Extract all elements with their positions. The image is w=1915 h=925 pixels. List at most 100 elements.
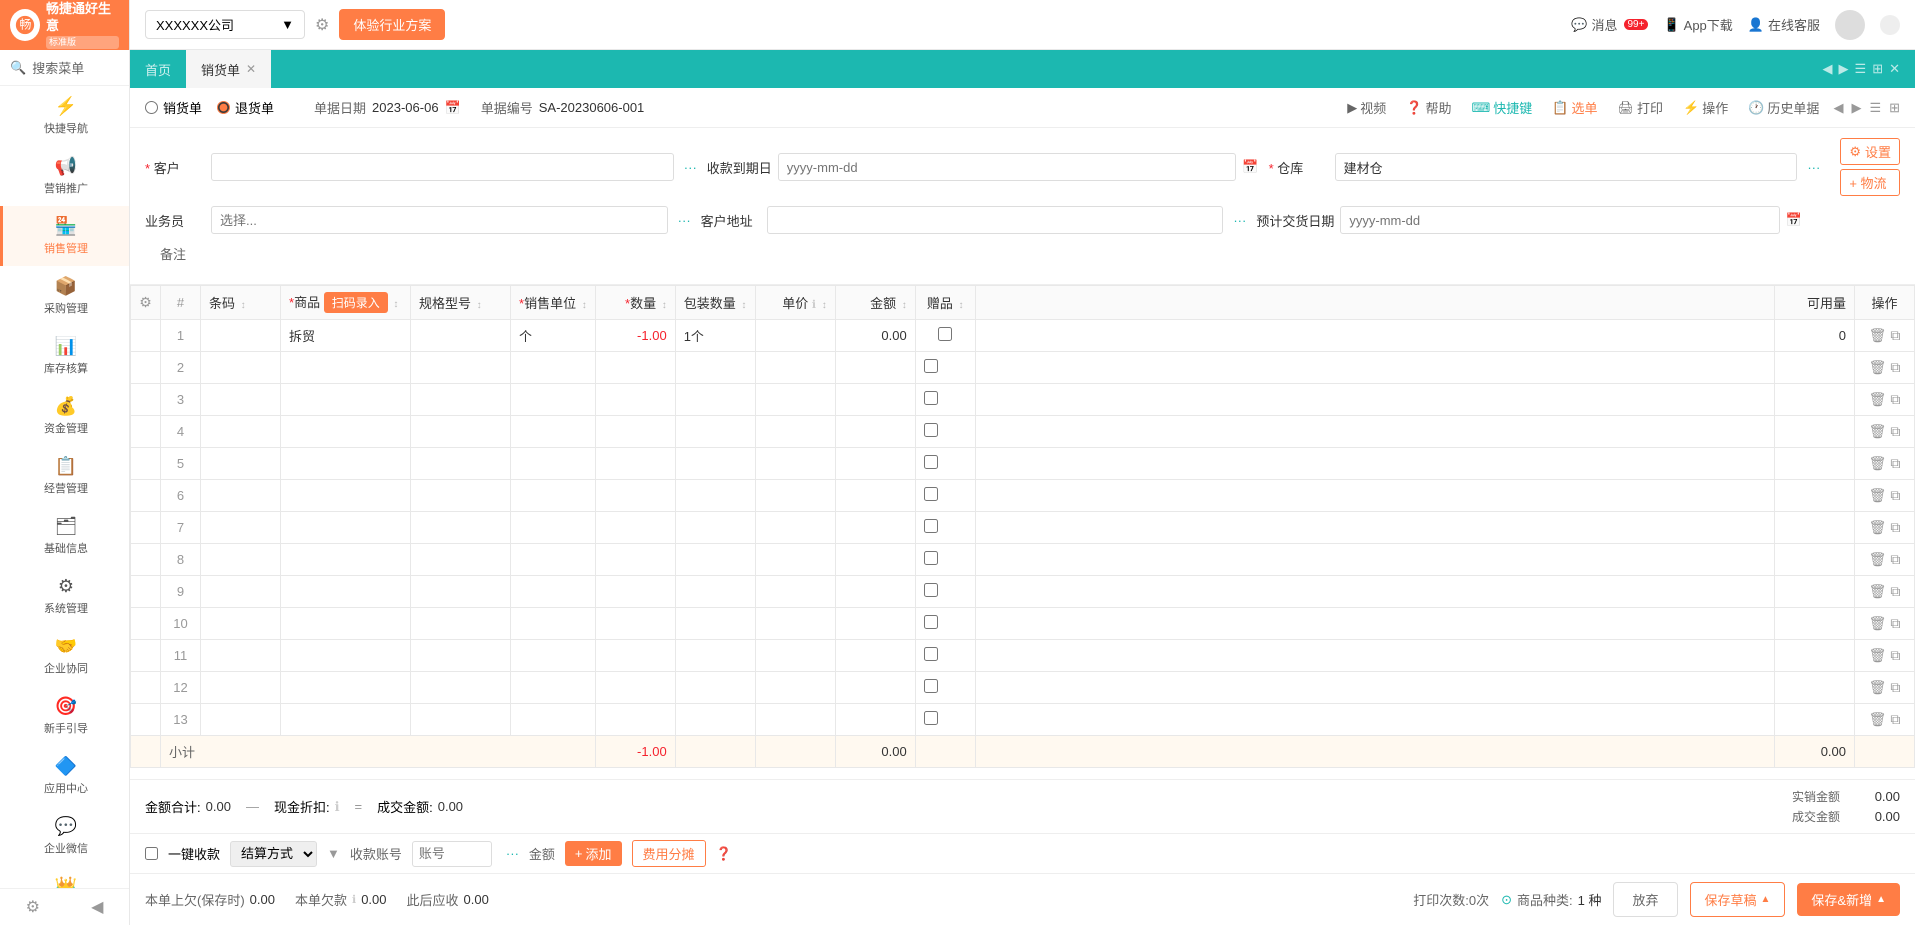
sidebar-item-inventory[interactable]: 📊 库存核算: [0, 326, 129, 386]
payment-date-calendar-icon[interactable]: 📅: [1242, 159, 1258, 175]
sidebar-item-collab[interactable]: 🤝 企业协同: [0, 626, 129, 686]
gift-checkbox-10[interactable]: [924, 615, 938, 629]
delete-row-icon-11[interactable]: 🗑: [1869, 647, 1887, 664]
print-btn[interactable]: 🖨 打印: [1612, 96, 1670, 119]
view-grid-icon[interactable]: ⊞: [1889, 100, 1900, 116]
delete-row-icon-1[interactable]: 🗑: [1869, 327, 1887, 344]
sidebar-item-marketing[interactable]: 📢 营销推广: [0, 146, 129, 206]
product-type-radio-icon[interactable]: ⊙: [1501, 892, 1512, 908]
sidebar-collapse-button[interactable]: ◀: [91, 897, 103, 917]
scan-button[interactable]: 扫码录入: [324, 292, 388, 313]
copy-row-icon-10[interactable]: ⧉: [1890, 615, 1900, 632]
online-service-button[interactable]: 👤 在线客服: [1748, 15, 1820, 34]
sidebar-item-operations[interactable]: 📋 经营管理: [0, 446, 129, 506]
delete-row-icon-10[interactable]: 🗑: [1869, 615, 1887, 632]
sidebar-item-wechat[interactable]: 💬 企业微信: [0, 806, 129, 866]
save-new-button[interactable]: 保存&新增 ▲: [1797, 883, 1900, 916]
copy-row-icon-1[interactable]: ⧉: [1890, 327, 1900, 344]
message-button[interactable]: 💬 消息 99+: [1571, 15, 1648, 34]
copy-row-icon-7[interactable]: ⧉: [1890, 519, 1900, 536]
discard-button[interactable]: 放弃: [1613, 882, 1677, 917]
company-select[interactable]: XXXXXX公司 ▼: [145, 10, 305, 39]
add-payment-button[interactable]: + 添加: [565, 841, 622, 866]
fee-split-button[interactable]: 费用分摊: [632, 840, 706, 867]
tab-grid-icon[interactable]: ⊞: [1872, 61, 1883, 77]
copy-row-icon-8[interactable]: ⧉: [1890, 551, 1900, 568]
table-wrapper[interactable]: ⚙ # 条码 ↕ *商品 扫码录入 ↕: [130, 285, 1915, 779]
delete-row-icon-13[interactable]: 🗑: [1869, 711, 1887, 728]
gift-checkbox-12[interactable]: [924, 679, 938, 693]
account-more-icon[interactable]: ···: [506, 846, 519, 861]
sidebar-item-guide[interactable]: 🎯 新手引导: [0, 686, 129, 746]
gift-checkbox-3[interactable]: [924, 391, 938, 405]
sidebar-search[interactable]: 🔍 搜索菜单: [0, 50, 129, 86]
view-list-icon[interactable]: ☰: [1869, 100, 1881, 116]
shortcut-btn[interactable]: ⌨ 快捷键: [1466, 96, 1539, 119]
tab-home[interactable]: 首页: [130, 50, 186, 88]
delete-row-icon-4[interactable]: 🗑: [1869, 423, 1887, 440]
customer-addr-input[interactable]: [767, 206, 1224, 234]
delete-row-icon-9[interactable]: 🗑: [1869, 583, 1887, 600]
gift-checkbox-11[interactable]: [924, 647, 938, 661]
delete-row-icon-6[interactable]: 🗑: [1869, 487, 1887, 504]
fee-help-icon[interactable]: ❓: [716, 846, 732, 862]
delete-row-icon-2[interactable]: 🗑: [1869, 359, 1887, 376]
radio-return[interactable]: 退货单: [217, 98, 274, 117]
save-draft-button[interactable]: 保存草稿 ▲: [1690, 882, 1786, 917]
expected-date-calendar-icon[interactable]: 📅: [1786, 212, 1802, 228]
avatar[interactable]: [1835, 10, 1865, 40]
salesperson-input[interactable]: [211, 206, 668, 234]
sidebar-item-member[interactable]: 👑 畅会员: [0, 866, 129, 888]
gift-checkbox-7[interactable]: [924, 519, 938, 533]
copy-row-icon-11[interactable]: ⧉: [1890, 647, 1900, 664]
notes-input[interactable]: [198, 244, 498, 266]
gift-checkbox-9[interactable]: [924, 583, 938, 597]
sidebar-item-purchase[interactable]: 📦 采购管理: [0, 266, 129, 326]
delete-row-icon-12[interactable]: 🗑: [1869, 679, 1887, 696]
delete-row-icon-8[interactable]: 🗑: [1869, 551, 1887, 568]
delete-row-icon-5[interactable]: 🗑: [1869, 455, 1887, 472]
gift-checkbox-5[interactable]: [924, 455, 938, 469]
radio-sale[interactable]: 销货单: [145, 98, 202, 117]
calc-method-select[interactable]: 结算方式: [230, 841, 317, 867]
tab-nav-prev-icon[interactable]: ◀: [1823, 61, 1833, 77]
sidebar-item-apps[interactable]: 🔷 应用中心: [0, 746, 129, 806]
copy-row-icon-4[interactable]: ⧉: [1890, 423, 1900, 440]
gift-checkbox-6[interactable]: [924, 487, 938, 501]
discount-help-icon[interactable]: ℹ: [335, 799, 340, 815]
tab-close-icon[interactable]: ✕: [246, 62, 256, 76]
copy-row-icon-9[interactable]: ⧉: [1890, 583, 1900, 600]
tab-close-all-icon[interactable]: ✕: [1889, 61, 1900, 77]
salesperson-more-icon[interactable]: ···: [678, 213, 691, 228]
expected-date-input[interactable]: [1340, 206, 1779, 234]
copy-row-icon-6[interactable]: ⧉: [1890, 487, 1900, 504]
sidebar-item-shortcut[interactable]: ⚡ 快捷导航: [0, 86, 129, 146]
customer-more-icon[interactable]: ···: [684, 160, 697, 175]
copy-row-icon-2[interactable]: ⧉: [1890, 359, 1900, 376]
copy-row-icon-12[interactable]: ⧉: [1890, 679, 1900, 696]
logistics-button[interactable]: + 物流: [1840, 169, 1900, 196]
tab-list-icon[interactable]: ☰: [1855, 61, 1867, 77]
gear-icon[interactable]: ⚙: [139, 294, 152, 310]
operate-btn[interactable]: ⚡ 操作: [1677, 96, 1734, 119]
video-btn[interactable]: ▶ 视频: [1341, 96, 1392, 119]
setting-button[interactable]: ⚙ 设置: [1840, 138, 1900, 165]
nav-next-icon[interactable]: ▶: [1851, 100, 1861, 116]
addr-more-icon[interactable]: ···: [1233, 213, 1246, 228]
warehouse-input[interactable]: [1335, 153, 1798, 181]
total-debt-help-icon[interactable]: ℹ: [352, 893, 356, 906]
sidebar-item-system[interactable]: ⚙ 系统管理: [0, 566, 129, 626]
gift-checkbox-2[interactable]: [924, 359, 938, 373]
delete-row-icon-3[interactable]: 🗑: [1869, 391, 1887, 408]
app-download-button[interactable]: 📱 App下载: [1663, 15, 1732, 34]
copy-row-icon-13[interactable]: ⧉: [1890, 711, 1900, 728]
gift-checkbox-4[interactable]: [924, 423, 938, 437]
trial-button[interactable]: 体验行业方案: [339, 9, 445, 40]
copy-row-icon-5[interactable]: ⧉: [1890, 455, 1900, 472]
payment-date-input[interactable]: [778, 153, 1237, 181]
account-input[interactable]: [412, 841, 492, 867]
help-btn[interactable]: ❓ 帮助: [1400, 96, 1457, 119]
delete-row-icon-7[interactable]: 🗑: [1869, 519, 1887, 536]
gift-checkbox-13[interactable]: [924, 711, 938, 725]
sidebar-settings-button[interactable]: ⚙: [26, 897, 40, 917]
